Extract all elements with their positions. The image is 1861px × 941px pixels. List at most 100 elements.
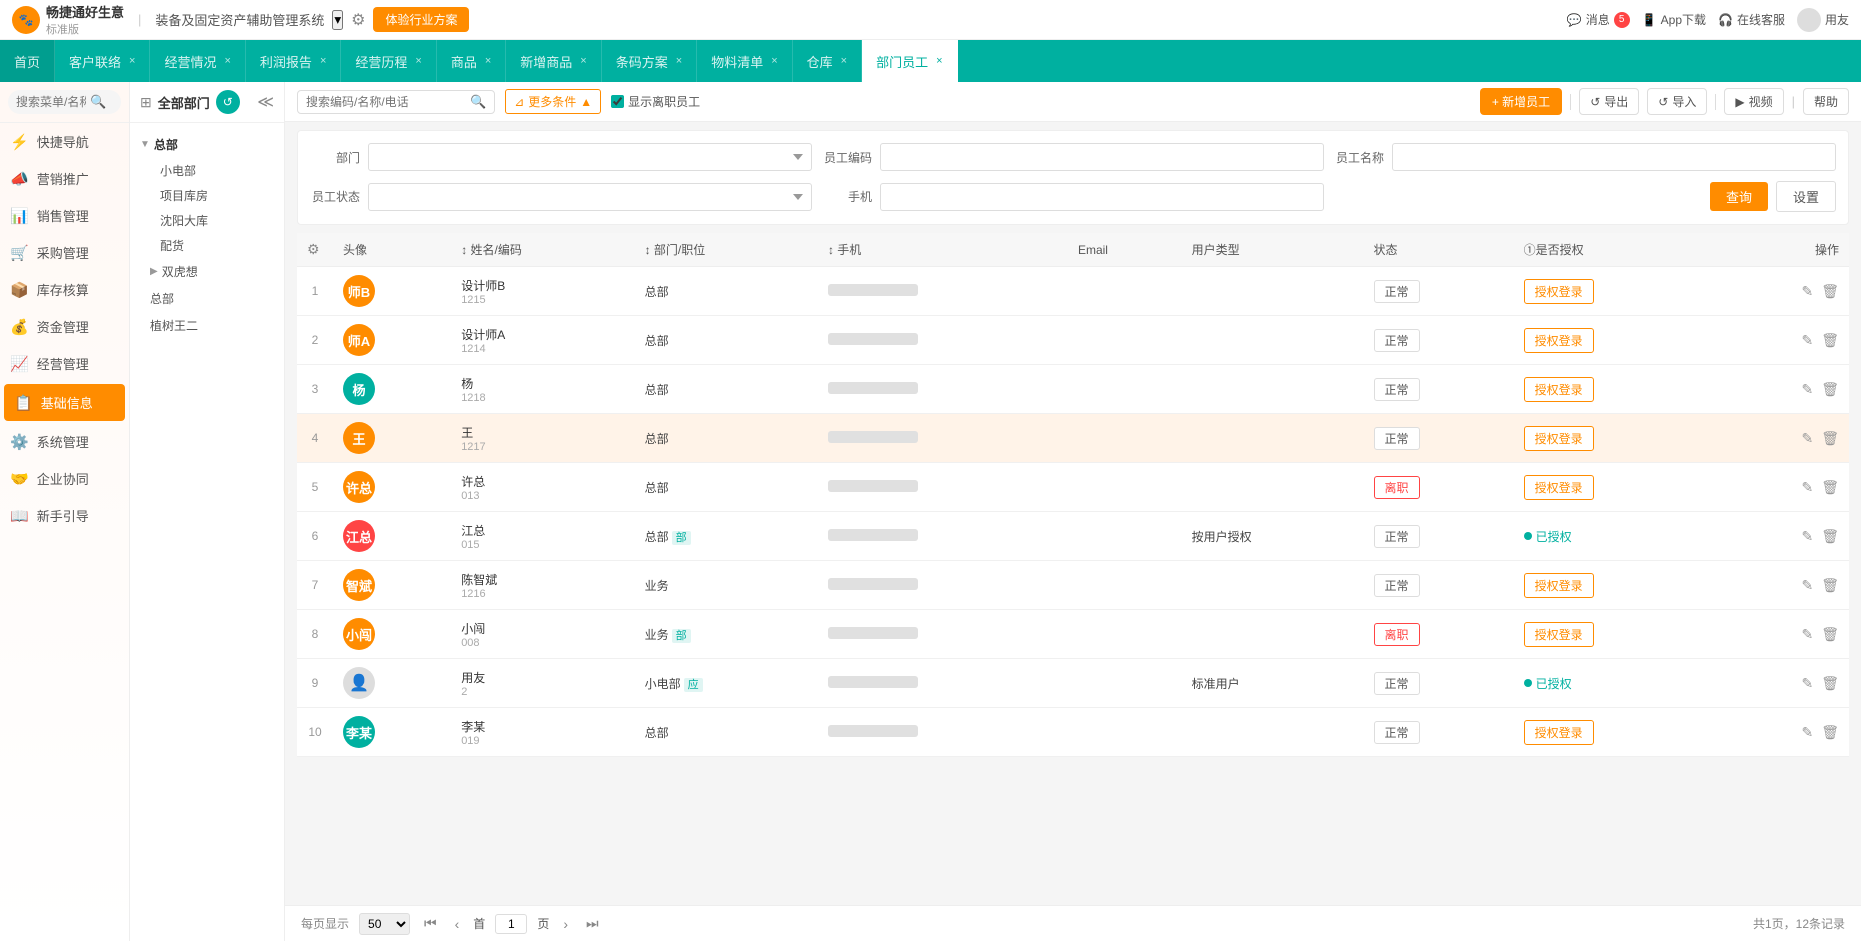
auth-login-btn[interactable]: 授权登录 <box>1524 720 1594 745</box>
filter-status-select[interactable] <box>368 183 812 211</box>
delete-btn[interactable]: 🗑 <box>1821 626 1839 643</box>
show-resigned-checkbox[interactable] <box>611 95 624 108</box>
dept-tree-subitem-xiaodian[interactable]: 小电部 <box>130 158 284 183</box>
auth-login-btn[interactable]: 授权登录 <box>1524 573 1594 598</box>
export-btn[interactable]: ↺ 导出 <box>1579 88 1639 115</box>
sidebar-item-basic-info[interactable]: 📋 基础信息 <box>4 384 125 421</box>
import-btn[interactable]: ↺ 导入 <box>1647 88 1707 115</box>
view-btn[interactable]: ▶ 视频 <box>1724 88 1783 115</box>
dept-tree-subitem-peihuo[interactable]: 配货 <box>130 233 284 258</box>
next-page-btn[interactable]: › <box>559 916 572 932</box>
delete-btn[interactable]: 🗑 <box>1821 479 1839 496</box>
tab-barcode[interactable]: 条码方案 × <box>602 40 697 82</box>
trial-btn[interactable]: 体验行业方案 <box>373 7 469 32</box>
sidebar-item-purchase[interactable]: 🛒 采购管理 <box>0 234 129 271</box>
search-input[interactable] <box>306 95 466 109</box>
filter-phone-input[interactable] <box>880 183 1324 211</box>
dept-tree-item-root[interactable]: ▼ 总部 <box>130 131 284 158</box>
row-auth: 授权登录 <box>1514 414 1719 463</box>
reset-btn[interactable]: 设置 <box>1776 181 1836 212</box>
auth-login-btn[interactable]: 授权登录 <box>1524 377 1594 402</box>
row-avatar: 李某 <box>333 708 451 757</box>
tab-profit[interactable]: 利润报告 × <box>246 40 341 82</box>
tab-home[interactable]: 首页 <box>0 40 55 82</box>
edit-btn[interactable]: ✎ <box>1801 283 1813 300</box>
sidebar-item-guide[interactable]: 📖 新手引导 <box>0 497 129 534</box>
last-page-btn[interactable]: ⏭ <box>582 915 603 932</box>
dept-tree-item-shuanghuxiang[interactable]: ▶ 双虎想 <box>130 258 284 285</box>
tab-goods[interactable]: 商品 × <box>437 40 506 82</box>
sidebar-item-marketing[interactable]: 📣 营销推广 <box>0 160 129 197</box>
dept-refresh-btn[interactable]: ↺ <box>216 90 240 114</box>
query-btn[interactable]: 查询 <box>1710 182 1768 211</box>
dept-tree-item-zhishu[interactable]: 植树王二 <box>130 312 284 339</box>
tab-dept-staff[interactable]: 部门员工 × <box>862 40 957 82</box>
sidebar-item-collab[interactable]: 🤝 企业协同 <box>0 460 129 497</box>
delete-btn[interactable]: 🗑 <box>1821 577 1839 594</box>
online-service-item[interactable]: 🎧 在线客服 <box>1718 11 1785 28</box>
edit-btn[interactable]: ✎ <box>1801 528 1813 545</box>
delete-btn[interactable]: 🗑 <box>1821 381 1839 398</box>
sidebar-item-system[interactable]: ⚙️ 系统管理 <box>0 423 129 460</box>
delete-btn[interactable]: 🗑 <box>1821 283 1839 300</box>
system-title-arrow[interactable]: ▾ <box>332 10 343 30</box>
messages-item[interactable]: 💬 消息 5 <box>1567 11 1630 28</box>
auth-login-btn[interactable]: 授权登录 <box>1524 279 1594 304</box>
page-size-select[interactable]: 50 100 <box>359 913 410 935</box>
show-resigned-label[interactable]: 显示离职员工 <box>611 93 700 110</box>
dept-tree-subitem-shenyang[interactable]: 沈阳大库 <box>130 208 284 233</box>
edit-btn[interactable]: ✎ <box>1801 479 1813 496</box>
marketing-icon: 📣 <box>10 170 29 188</box>
edit-btn[interactable]: ✎ <box>1801 675 1813 692</box>
th-phone[interactable]: ↕ 手机 <box>818 233 1068 267</box>
help-btn[interactable]: 帮助 <box>1803 88 1849 115</box>
th-name[interactable]: ↕ 姓名/编码 <box>451 233 634 267</box>
edit-btn[interactable]: ✎ <box>1801 332 1813 349</box>
sidebar-item-operation[interactable]: 📈 经营管理 <box>0 345 129 382</box>
row-num: 9 <box>297 659 333 708</box>
th-settings[interactable]: ⚙ <box>297 233 333 267</box>
edit-btn[interactable]: ✎ <box>1801 381 1813 398</box>
user-item[interactable]: 用友 <box>1797 8 1849 32</box>
dept-tree-item-zongbu[interactable]: 总部 <box>130 285 284 312</box>
sidebar-search-input[interactable] <box>16 95 86 109</box>
authorized-label: 已授权 <box>1524 528 1709 545</box>
page-input[interactable] <box>495 914 527 934</box>
add-employee-btn[interactable]: + 新增员工 <box>1480 88 1562 115</box>
auth-login-btn[interactable]: 授权登录 <box>1524 622 1594 647</box>
sidebar-item-finance[interactable]: 💰 资金管理 <box>0 308 129 345</box>
tab-operation[interactable]: 经营情况 × <box>150 40 245 82</box>
delete-btn[interactable]: 🗑 <box>1821 430 1839 447</box>
dept-collapse-btn[interactable]: ≪ <box>257 92 274 112</box>
auth-login-btn[interactable]: 授权登录 <box>1524 426 1594 451</box>
dept-tree-subitem-project[interactable]: 项目库房 <box>130 183 284 208</box>
edit-btn[interactable]: ✎ <box>1801 430 1813 447</box>
auth-login-btn[interactable]: 授权登录 <box>1524 475 1594 500</box>
sidebar-item-fast-nav[interactable]: ⚡ 快捷导航 <box>0 123 129 160</box>
prev-page-btn[interactable]: ‹ <box>451 916 464 932</box>
auth-login-btn[interactable]: 授权登录 <box>1524 328 1594 353</box>
app-download-item[interactable]: 📱 App下载 <box>1642 11 1706 28</box>
delete-btn[interactable]: 🗑 <box>1821 724 1839 741</box>
tab-history[interactable]: 经营历程 × <box>341 40 436 82</box>
tab-bom[interactable]: 物料清单 × <box>697 40 792 82</box>
first-page-btn[interactable]: ⏮ <box>420 915 441 932</box>
settings-btn[interactable]: ⚙ <box>351 10 365 30</box>
edit-btn[interactable]: ✎ <box>1801 626 1813 643</box>
settings-icon[interactable]: ⚙ <box>307 241 320 257</box>
sidebar-item-inventory[interactable]: 📦 库存核算 <box>0 271 129 308</box>
edit-btn[interactable]: ✎ <box>1801 577 1813 594</box>
more-filter-btn[interactable]: ⊿ 更多条件 ▲ <box>505 89 601 114</box>
sidebar-item-sales[interactable]: 📊 销售管理 <box>0 197 129 234</box>
filter-dept-select[interactable] <box>368 143 812 171</box>
delete-btn[interactable]: 🗑 <box>1821 332 1839 349</box>
tab-warehouse[interactable]: 仓库 × <box>793 40 862 82</box>
edit-btn[interactable]: ✎ <box>1801 724 1813 741</box>
delete-btn[interactable]: 🗑 <box>1821 528 1839 545</box>
filter-empname-input[interactable] <box>1392 143 1836 171</box>
tab-new-goods[interactable]: 新增商品 × <box>506 40 601 82</box>
tab-customer[interactable]: 客户联络 × <box>55 40 150 82</box>
delete-btn[interactable]: 🗑 <box>1821 675 1839 692</box>
filter-empcode-input[interactable] <box>880 143 1324 171</box>
th-dept[interactable]: ↕ 部门/职位 <box>635 233 818 267</box>
